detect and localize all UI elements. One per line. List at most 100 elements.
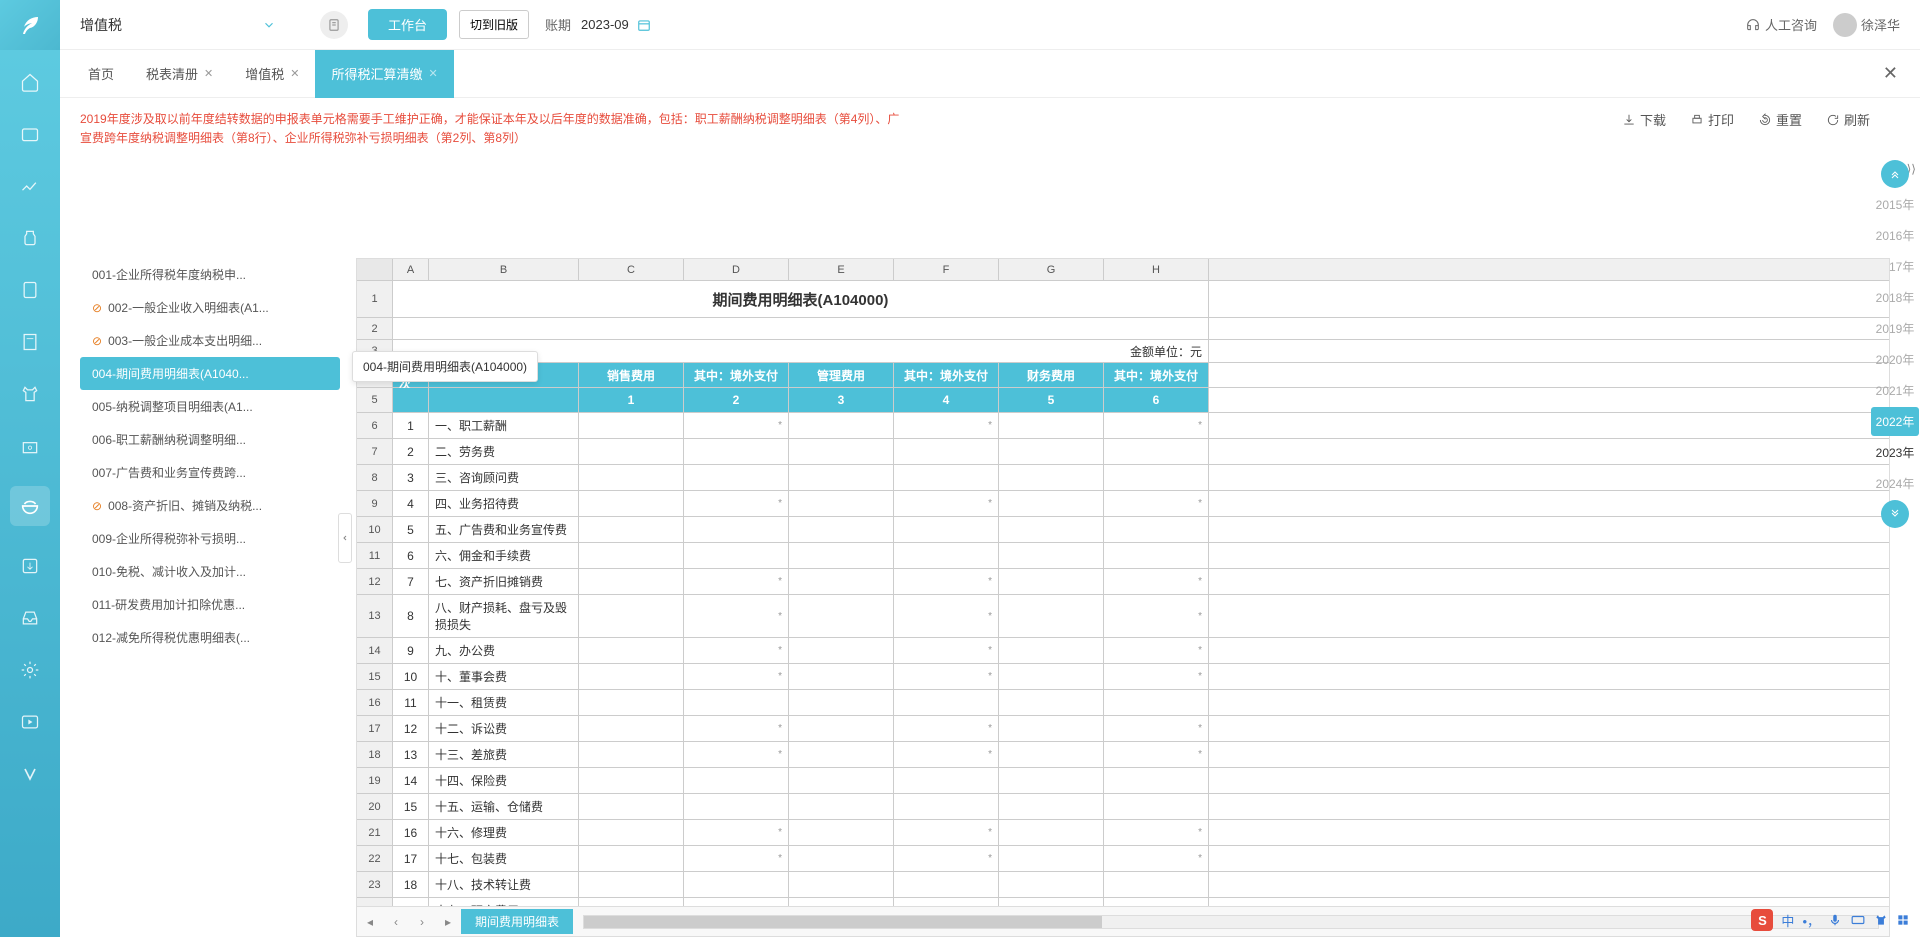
cell-17-4[interactable] — [999, 716, 1104, 741]
ime-lang[interactable]: 中 — [1781, 911, 1794, 930]
cell-9-3[interactable]: * — [894, 491, 999, 516]
form-item-7[interactable]: ⊘008-资产折旧、摊销及纳税... — [80, 489, 340, 522]
cell-17-1[interactable]: * — [684, 716, 789, 741]
cell-24-3[interactable] — [894, 898, 999, 906]
nav-ledger[interactable] — [18, 122, 42, 146]
row-header-22[interactable]: 22 — [357, 846, 393, 871]
cell-20-0[interactable] — [579, 794, 684, 819]
cell-12-3[interactable]: * — [894, 569, 999, 594]
ime-skin-icon[interactable] — [1874, 913, 1888, 927]
cell-10-3[interactable] — [894, 517, 999, 542]
cell-13-1[interactable]: * — [684, 595, 789, 637]
module-dropdown[interactable]: 增值税 — [80, 15, 300, 35]
refresh-button[interactable]: 刷新 — [1826, 110, 1870, 129]
row-header-21[interactable]: 21 — [357, 820, 393, 845]
nav-settings[interactable] — [18, 658, 42, 682]
form-item-3[interactable]: 004-期间费用明细表(A1040... — [80, 357, 340, 390]
row-header-11[interactable]: 11 — [357, 543, 393, 568]
cell-7-1[interactable] — [684, 439, 789, 464]
cell-6-1[interactable]: * — [684, 413, 789, 438]
cell-6-5[interactable]: * — [1104, 413, 1209, 438]
row-header-10[interactable]: 10 — [357, 517, 393, 542]
row-header-7[interactable]: 7 — [357, 439, 393, 464]
form-item-4[interactable]: 005-纳税调整项目明细表(A1... — [80, 390, 340, 423]
form-item-6[interactable]: 007-广告费和业务宣传费跨... — [80, 456, 340, 489]
row-header-17[interactable]: 17 — [357, 716, 393, 741]
doc-icon-button[interactable] — [320, 11, 348, 39]
sheet-nav-prev[interactable]: ‹ — [383, 915, 409, 929]
cell-18-5[interactable]: * — [1104, 742, 1209, 767]
cell-12-0[interactable] — [579, 569, 684, 594]
year-2024年[interactable]: 2024年 — [1871, 469, 1919, 498]
cell-20-4[interactable] — [999, 794, 1104, 819]
nav-payroll[interactable] — [18, 382, 42, 406]
cell-18-0[interactable] — [579, 742, 684, 767]
cell-16-4[interactable] — [999, 690, 1104, 715]
cell-17-2[interactable] — [789, 716, 894, 741]
cell-15-0[interactable] — [579, 664, 684, 689]
cell-15-3[interactable]: * — [894, 664, 999, 689]
cell-20-3[interactable] — [894, 794, 999, 819]
row-header-14[interactable]: 14 — [357, 638, 393, 663]
cell-14-4[interactable] — [999, 638, 1104, 663]
year-2016年[interactable]: 2016年 — [1871, 221, 1919, 250]
cell-10-0[interactable] — [579, 517, 684, 542]
cell-10-5[interactable] — [1104, 517, 1209, 542]
cell-24-5[interactable] — [1104, 898, 1209, 906]
cell-24-4[interactable] — [999, 898, 1104, 906]
cell-6-0[interactable] — [579, 413, 684, 438]
col-header-B[interactable]: B — [429, 259, 579, 280]
cell-16-5[interactable] — [1104, 690, 1209, 715]
form-item-1[interactable]: ⊘002-一般企业收入明细表(A1... — [80, 291, 340, 324]
cell-7-5[interactable] — [1104, 439, 1209, 464]
form-item-9[interactable]: 010-免税、减计收入及加计... — [80, 555, 340, 588]
tab-income-tax[interactable]: 所得税汇算清缴✕ — [315, 50, 453, 98]
row-header-18[interactable]: 18 — [357, 742, 393, 767]
cell-17-5[interactable]: * — [1104, 716, 1209, 741]
cell-19-3[interactable] — [894, 768, 999, 793]
collapse-handle[interactable] — [338, 513, 352, 563]
cell-7-4[interactable] — [999, 439, 1104, 464]
cell-17-3[interactable]: * — [894, 716, 999, 741]
year-2019年[interactable]: 2019年 — [1871, 314, 1919, 343]
cell-19-4[interactable] — [999, 768, 1104, 793]
cell-23-0[interactable] — [579, 872, 684, 897]
cell-19-0[interactable] — [579, 768, 684, 793]
cell-11-0[interactable] — [579, 543, 684, 568]
sheet-nav-first[interactable]: ◂ — [357, 915, 383, 929]
cell-9-5[interactable]: * — [1104, 491, 1209, 516]
cell-23-4[interactable] — [999, 872, 1104, 897]
ime-badge[interactable]: S — [1751, 909, 1773, 931]
cell-7-2[interactable] — [789, 439, 894, 464]
cell-13-5[interactable]: * — [1104, 595, 1209, 637]
cell-15-2[interactable] — [789, 664, 894, 689]
consult-button[interactable]: 人工咨询 — [1745, 15, 1817, 34]
nav-bank[interactable] — [18, 434, 42, 458]
col-header-G[interactable]: G — [999, 259, 1104, 280]
sheet-scroll[interactable]: ABCDEFGH1期间费用明细表(A104000)23金额单位：元4行次项目销售… — [357, 259, 1889, 906]
cell-20-5[interactable] — [1104, 794, 1209, 819]
row-header-23[interactable]: 23 — [357, 872, 393, 897]
row-header-8[interactable]: 8 — [357, 465, 393, 490]
cell-7-3[interactable] — [894, 439, 999, 464]
cell-21-4[interactable] — [999, 820, 1104, 845]
cell-12-4[interactable] — [999, 569, 1104, 594]
cell-12-2[interactable] — [789, 569, 894, 594]
cell-11-3[interactable] — [894, 543, 999, 568]
row-header-13[interactable]: 13 — [357, 595, 393, 637]
year-2018年[interactable]: 2018年 — [1871, 283, 1919, 312]
workspace-button[interactable]: 工作台 — [368, 9, 447, 40]
cell-14-1[interactable]: * — [684, 638, 789, 663]
tab-home[interactable]: 首页 — [72, 50, 130, 98]
cell-14-2[interactable] — [789, 638, 894, 663]
cell-13-2[interactable] — [789, 595, 894, 637]
cell-11-2[interactable] — [789, 543, 894, 568]
user-menu[interactable]: 徐泽华 — [1833, 13, 1900, 37]
cell-22-3[interactable]: * — [894, 846, 999, 871]
corner-cell[interactable] — [357, 259, 393, 280]
cell-18-1[interactable]: * — [684, 742, 789, 767]
row-header-12[interactable]: 12 — [357, 569, 393, 594]
cell-22-5[interactable]: * — [1104, 846, 1209, 871]
nav-home[interactable] — [18, 70, 42, 94]
horizontal-scrollbar[interactable] — [583, 915, 1879, 929]
